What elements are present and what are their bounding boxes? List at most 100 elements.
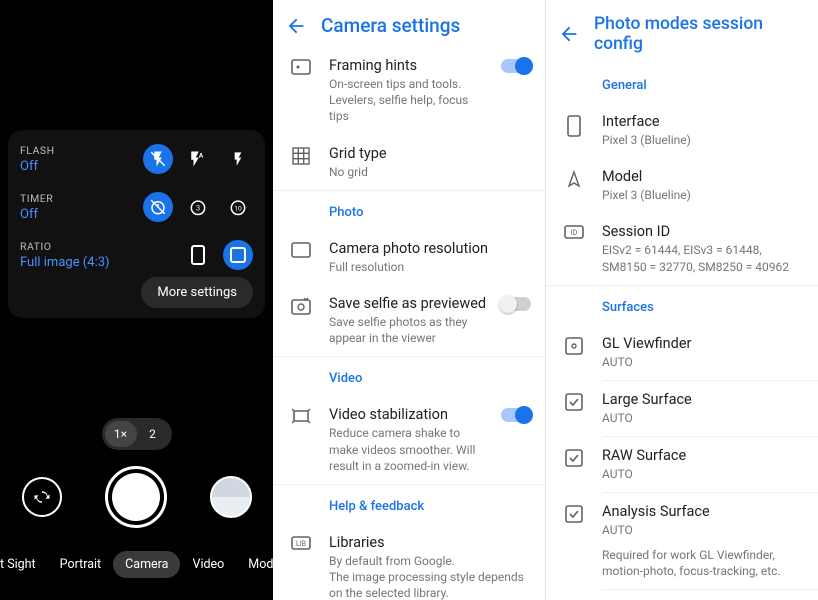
- save-selfie-item[interactable]: Save selfie as previewed Save selfie pho…: [273, 285, 545, 356]
- config-title: Photo modes session config: [594, 14, 804, 54]
- large-surface-title: Large Surface: [602, 391, 804, 408]
- flash-auto-option[interactable]: A: [183, 144, 213, 174]
- back-arrow-icon[interactable]: [285, 15, 307, 37]
- analysis-surface-item[interactable]: Analysis Surface AUTO Required for work …: [546, 493, 818, 589]
- settings-header: Camera settings: [273, 0, 545, 47]
- flash-row: FLASH Off A: [20, 144, 253, 174]
- framing-switch[interactable]: [501, 59, 531, 73]
- mode-modes[interactable]: Modes: [236, 551, 273, 578]
- large-surface-sub: AUTO: [602, 410, 804, 426]
- flash-off-option[interactable]: [143, 144, 173, 174]
- grid-type-item[interactable]: Grid type No grid: [273, 135, 545, 190]
- gl-viewfinder-item[interactable]: GL Viewfinder AUTO: [546, 325, 818, 380]
- timer-3s-option[interactable]: 3: [183, 192, 213, 222]
- selfie-icon: [287, 295, 315, 346]
- gl-viewfinder-title: GL Viewfinder: [602, 335, 804, 352]
- interface-item[interactable]: Interface Pixel 3 (Blueline): [546, 103, 818, 158]
- raw-surface-item[interactable]: RAW Surface AUTO: [546, 437, 818, 492]
- modes-row: t Sight Portrait Camera Video Modes: [0, 551, 273, 578]
- zoom-1x[interactable]: 1×: [105, 421, 137, 447]
- stabilization-icon: [287, 406, 315, 474]
- gallery-thumbnail[interactable]: [210, 476, 252, 518]
- ratio-wide-option[interactable]: [183, 240, 213, 270]
- save-selfie-sub: Save selfie photos as they appear in the…: [329, 314, 487, 346]
- framing-icon: [287, 57, 315, 125]
- more-settings-button[interactable]: More settings: [141, 277, 253, 308]
- timer-value: Off: [20, 207, 143, 222]
- session-id-item[interactable]: ID Session ID EISv2 = 61444, EISv3 = 614…: [546, 213, 818, 284]
- interface-title: Interface: [602, 113, 804, 130]
- video-section-header: Video: [273, 357, 545, 396]
- framing-hints-item[interactable]: Framing hints On-screen tips and tools. …: [273, 47, 545, 135]
- resolution-sub: Full resolution: [329, 259, 531, 275]
- save-selfie-title: Save selfie as previewed: [329, 295, 487, 312]
- stabilization-switch[interactable]: [501, 408, 531, 422]
- id-icon: ID: [560, 223, 588, 274]
- svg-text:ID: ID: [571, 229, 578, 237]
- save-selfie-switch[interactable]: [501, 297, 531, 311]
- shutter-button[interactable]: [105, 466, 167, 528]
- camera-panel: FLASH Off A TIMER Off: [0, 0, 273, 600]
- grid-sub: No grid: [329, 164, 531, 180]
- mode-night-sight[interactable]: t Sight: [0, 551, 48, 578]
- resolution-icon: [287, 240, 315, 275]
- check-box-icon: [560, 503, 588, 579]
- libraries-icon: LIB: [287, 534, 315, 600]
- model-title: Model: [602, 168, 804, 185]
- surface-icon: [560, 335, 588, 370]
- config-header: Photo modes session config: [546, 0, 818, 64]
- framing-title: Framing hints: [329, 57, 487, 74]
- flash-on-option[interactable]: [223, 144, 253, 174]
- libraries-item[interactable]: LIB Libraries By default from Google. Th…: [273, 524, 545, 600]
- timer-label: TIMER: [20, 192, 143, 205]
- stabilization-title: Video stabilization: [329, 406, 487, 423]
- quick-settings-sheet: FLASH Off A TIMER Off: [8, 130, 265, 318]
- svg-text:10: 10: [234, 204, 242, 212]
- libraries-sub: By default from Google. The image proces…: [329, 553, 531, 600]
- zoom-2x[interactable]: 2: [137, 421, 169, 447]
- pd-surface-item[interactable]: PD Surface: [546, 590, 818, 600]
- svg-text:A: A: [199, 152, 204, 160]
- mode-camera[interactable]: Camera: [113, 551, 180, 578]
- resolution-title: Camera photo resolution: [329, 240, 531, 257]
- raw-surface-sub: AUTO: [602, 466, 804, 482]
- settings-title: Camera settings: [321, 14, 460, 37]
- camera-settings-panel: Camera settings Framing hints On-screen …: [273, 0, 546, 600]
- framing-sub: On-screen tips and tools. Levelers, self…: [329, 76, 487, 125]
- grid-title: Grid type: [329, 145, 531, 162]
- timer-row: TIMER Off 3 10: [20, 192, 253, 222]
- ratio-value: Full image (4:3): [20, 255, 183, 270]
- mode-portrait[interactable]: Portrait: [48, 551, 114, 578]
- mode-video[interactable]: Video: [180, 551, 236, 578]
- help-section-header: Help & feedback: [273, 485, 545, 524]
- back-arrow-icon[interactable]: [558, 23, 580, 45]
- photo-section-header: Photo: [273, 191, 545, 230]
- svg-text:LIB: LIB: [296, 540, 306, 548]
- analysis-surface-note: Required for work GL Viewfinder, motion-…: [602, 547, 804, 579]
- interface-sub: Pixel 3 (Blueline): [602, 132, 804, 148]
- timer-10s-option[interactable]: 10: [223, 192, 253, 222]
- ratio-row: RATIO Full image (4:3): [20, 240, 253, 270]
- analysis-surface-sub: AUTO: [602, 522, 804, 538]
- ratio-full-option[interactable]: [223, 240, 253, 270]
- switch-camera-button[interactable]: [22, 477, 62, 517]
- session-sub: EISv2 = 61444, EISv3 = 61448, SM8150 = 3…: [602, 242, 804, 274]
- zoom-selector: 1× 2: [102, 418, 172, 450]
- analysis-surface-title: Analysis Surface: [602, 503, 804, 520]
- resolution-item[interactable]: Camera photo resolution Full resolution: [273, 230, 545, 285]
- large-surface-item[interactable]: Large Surface AUTO: [546, 381, 818, 436]
- gl-viewfinder-sub: AUTO: [602, 354, 804, 370]
- shutter-row: [0, 466, 273, 528]
- model-item[interactable]: Model Pixel 3 (Blueline): [546, 158, 818, 213]
- timer-off-option[interactable]: [143, 192, 173, 222]
- general-section-header: General: [546, 64, 818, 103]
- svg-text:3: 3: [196, 203, 200, 212]
- phone-icon: [560, 113, 588, 148]
- flash-label: FLASH: [20, 144, 143, 157]
- grid-icon: [287, 145, 315, 180]
- stabilization-item[interactable]: Video stabilization Reduce camera shake …: [273, 396, 545, 484]
- check-box-icon: [560, 447, 588, 482]
- compass-icon: [560, 168, 588, 203]
- session-config-panel: Photo modes session config General Inter…: [546, 0, 818, 600]
- raw-surface-title: RAW Surface: [602, 447, 804, 464]
